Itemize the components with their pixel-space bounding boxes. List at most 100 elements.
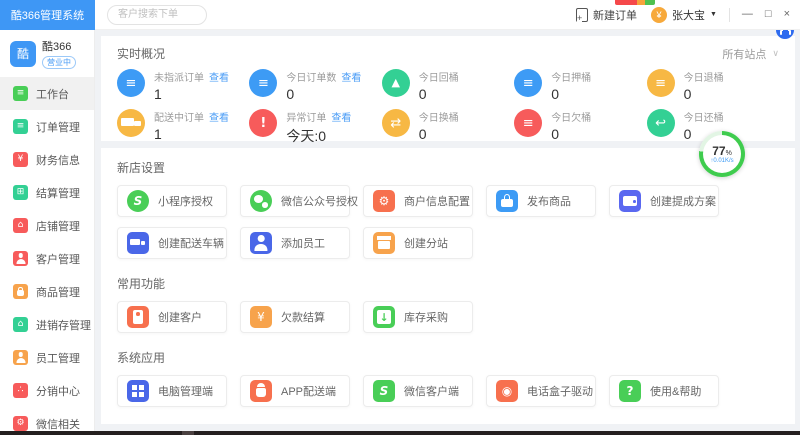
action-inventory-purchase[interactable]: 库存采购 (363, 301, 473, 333)
action-miniprogram-auth[interactable]: 小程序授权 (117, 185, 227, 217)
sidebar-logo: 酷 酷366 营业中 (0, 30, 94, 77)
header-divider (728, 7, 730, 22)
app-delivery-app[interactable]: APP配送端 (240, 375, 350, 407)
bag-icon (496, 190, 518, 212)
sidebar-item-finance[interactable]: 财务信息 (0, 143, 94, 176)
sidebar-item-label: 进销存管理 (36, 319, 91, 332)
triangle-icon (381, 69, 410, 97)
new-order-button[interactable]: 新建订单 (575, 7, 637, 23)
stat-unassigned-orders: 未指派订单查看 1 (117, 69, 249, 102)
new-document-icon (575, 7, 588, 23)
progress-percent: 77 (712, 143, 726, 158)
new-order-label: 新建订单 (592, 9, 637, 22)
search-input[interactable] (107, 4, 207, 25)
section-system-apps: 系统应用 电脑管理端 APP配送端 微信客户端 (117, 349, 779, 407)
tile-label: 欠款结算 (281, 312, 325, 324)
sidebar-item-distribution[interactable]: 分销中心 (0, 374, 94, 407)
tile-label: 电话盒子驱动 (527, 386, 593, 398)
help-icon (619, 380, 641, 402)
clipboard-icon (514, 69, 543, 97)
staff-icon (13, 350, 28, 365)
customer-card-icon (127, 306, 149, 328)
miniprogram-icon (373, 380, 395, 402)
sidebar-item-staff[interactable]: 员工管理 (0, 341, 94, 374)
app-usage-help[interactable]: 使用&帮助 (609, 375, 719, 407)
sidebar-item-orders[interactable]: 订单管理 (0, 110, 94, 143)
action-merchant-info-config[interactable]: 商户信息配置 (363, 185, 473, 217)
sidebar-item-label: 客户管理 (36, 253, 80, 266)
username: 张大宝 (671, 9, 705, 22)
stat-label: 今日押桶 (551, 73, 592, 84)
stat-value: 0 (551, 86, 559, 102)
action-wechat-official-auth[interactable]: 微信公众号授权 (240, 185, 358, 217)
action-add-employee[interactable]: 添加员工 (240, 227, 350, 259)
action-create-customer[interactable]: 创建客户 (117, 301, 227, 333)
wallet-icon (619, 190, 641, 212)
truck-icon (117, 109, 145, 137)
network-progress-ring: 77% ↑0.01K/s (699, 131, 745, 177)
app-wechat-client[interactable]: 微信客户端 (363, 375, 473, 407)
yen-icon (250, 306, 272, 328)
stat-value: 0 (286, 86, 295, 102)
maximize-button[interactable]: □ (765, 9, 772, 20)
site-filter-label: 所有站点 (722, 48, 767, 61)
sidebar-item-settlement[interactable]: 结算管理 (0, 176, 94, 209)
sidebar-item-customers[interactable]: 客户管理 (0, 242, 94, 275)
view-link[interactable]: 查看 (209, 109, 229, 124)
view-link[interactable]: 查看 (209, 69, 229, 84)
tile-label: 库存采购 (404, 312, 448, 324)
app-phone-box-driver[interactable]: 电话盒子驱动 (486, 375, 596, 407)
clipboard-icon (117, 69, 145, 97)
finance-icon (13, 152, 28, 167)
view-link[interactable]: 查看 (331, 109, 351, 124)
tile-label: 创建提成方案 (650, 196, 716, 208)
sidebar: 酷 酷366 营业中 工作台 订单管理 财务信息 结算管理 店铺管理 (0, 30, 95, 431)
android-icon (250, 380, 272, 402)
title-bar: 酷366管理系统 新建订单 ¥ 张大宝 ▼ — □ × (0, 0, 800, 30)
tile-label: APP配送端 (281, 386, 337, 398)
stat-value: 0 (551, 126, 559, 142)
sidebar-item-wechat[interactable]: 微信相关 (0, 407, 94, 431)
share-icon (13, 383, 28, 398)
gear-icon (13, 416, 28, 431)
brand-title: 酷366管理系统 (0, 0, 95, 30)
action-debt-settlement[interactable]: 欠款结算 (240, 301, 350, 333)
sidebar-item-label: 商品管理 (36, 286, 80, 299)
stat-value: 0 (418, 86, 427, 102)
overview-title: 实时概况 (117, 47, 166, 61)
action-create-delivery-vehicle[interactable]: 创建配送车辆 (117, 227, 227, 259)
windows-icon (127, 380, 149, 402)
view-link[interactable]: 查看 (341, 69, 361, 84)
tile-label: 创建客户 (158, 312, 202, 324)
sidebar-item-products[interactable]: 商品管理 (0, 275, 94, 308)
user-menu[interactable]: ¥ 张大宝 ▼ (650, 6, 717, 23)
swap-arrows-icon (381, 109, 410, 137)
stat-label: 今日退桶 (683, 73, 724, 84)
stat-value: 0 (683, 86, 692, 102)
workbench-icon (13, 86, 28, 101)
sidebar-item-store[interactable]: 店铺管理 (0, 209, 94, 242)
sidebar-item-workbench[interactable]: 工作台 (0, 77, 94, 110)
site-filter-dropdown[interactable]: 所有站点 ∨ (722, 46, 779, 62)
stat-buckets-deposit: 今日押桶 0 (514, 69, 646, 102)
tile-label: 微信公众号授权 (281, 196, 358, 208)
person-icon (13, 251, 28, 266)
section-title: 常用功能 (117, 277, 166, 291)
section-common-functions: 常用功能 创建客户 欠款结算 库存采购 (117, 275, 779, 333)
sidebar-item-label: 工作台 (36, 88, 69, 101)
tile-label: 创建配送车辆 (158, 238, 224, 250)
stat-label: 今日还桶 (683, 113, 724, 124)
close-button[interactable]: × (784, 9, 790, 20)
sidebar-item-inventory[interactable]: 进销存管理 (0, 308, 94, 341)
app-pc-management[interactable]: 电脑管理端 (117, 375, 227, 407)
sidebar-item-label: 店铺管理 (36, 220, 80, 233)
action-create-commission-plan[interactable]: 创建提成方案 (609, 185, 719, 217)
action-publish-products[interactable]: 发布商品 (486, 185, 596, 217)
minimize-button[interactable]: — (742, 9, 753, 20)
action-create-substation[interactable]: 创建分站 (363, 227, 473, 259)
bag-icon (13, 284, 28, 299)
stat-today-orders: 今日订单数查看 0 (249, 69, 381, 102)
stat-label: 今日回桶 (418, 73, 459, 84)
stat-label: 异常订单 (286, 113, 327, 124)
tile-label: 添加员工 (281, 238, 325, 250)
